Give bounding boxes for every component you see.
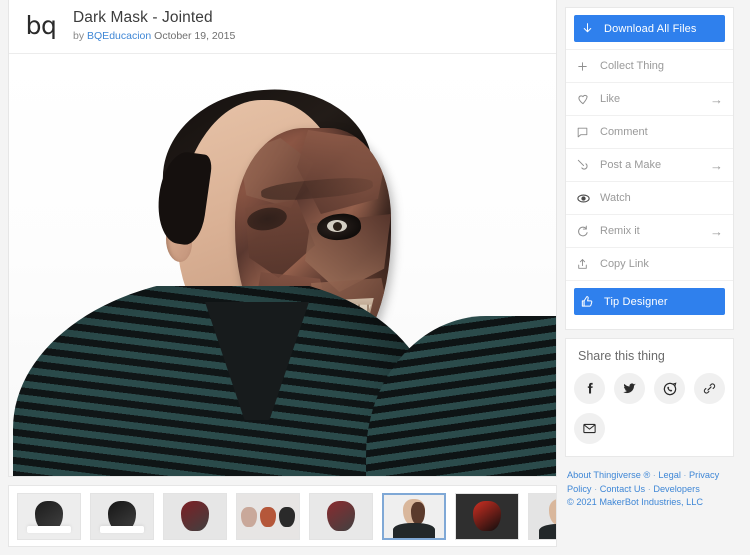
author-link[interactable]: BQEducacion (87, 30, 151, 42)
action-label: Post a Make (600, 159, 662, 171)
thing-header: bq Dark Mask - Jointed by BQEducacion Oc… (9, 0, 556, 54)
thumbs-up-icon (574, 295, 600, 309)
heart-icon (576, 92, 600, 106)
thumbnail-black-mask-angled-on-stand[interactable] (90, 492, 154, 540)
share-title: Share this thing (578, 349, 665, 363)
footer-separator: · (680, 470, 690, 480)
action-arrow: → (710, 223, 723, 239)
thing-main-card: bq Dark Mask - Jointed by BQEducacion Oc… (8, 0, 557, 477)
share-card: Share this thing (565, 338, 734, 457)
publish-date: October 19, 2015 (154, 30, 236, 42)
tip-designer-wrap: Tip Designer (566, 280, 733, 329)
action-label: Copy Link (600, 258, 649, 270)
footer: About Thingiverse ® · Legal · Privacy Po… (565, 465, 742, 510)
page-title: Dark Mask - Jointed (73, 9, 213, 26)
action-label: Collect Thing (600, 60, 664, 72)
thingiverse-thing-page: bq Dark Mask - Jointed by BQEducacion Oc… (0, 0, 750, 555)
footer-link-contact-us[interactable]: Contact Us (600, 484, 645, 494)
whatsapp-icon[interactable] (654, 373, 685, 404)
thumbnail-person-wearing-mask-2[interactable] (528, 492, 556, 540)
share-upload-icon (576, 258, 600, 271)
download-all-files-label: Download All Files (604, 22, 697, 35)
download-all-files-button[interactable]: Download All Files (574, 15, 725, 42)
action-comment[interactable]: Comment (566, 115, 733, 148)
twitter-icon[interactable] (614, 373, 645, 404)
thing-title-block: Dark Mask - Jointed by BQEducacion Octob… (73, 8, 235, 43)
action-like[interactable]: Like → (566, 82, 733, 115)
action-label: Watch (600, 192, 631, 204)
thumbnail-red-mask-angled[interactable] (309, 492, 373, 540)
tip-designer-label: Tip Designer (604, 295, 668, 308)
thumbnail-black-mask-front-on-stand[interactable] (17, 492, 81, 540)
photo-sweater (9, 286, 556, 476)
main-image-viewer[interactable] (9, 54, 556, 476)
remix-refresh-icon (576, 225, 600, 238)
left-column: bq Dark Mask - Jointed by BQEducacion Oc… (0, 0, 565, 555)
thumbnail-strip[interactable] (8, 485, 557, 547)
action-copy-link[interactable]: Copy Link (566, 247, 733, 280)
right-sidebar: Download All Files Collect Thing Like → … (565, 0, 750, 555)
download-arrow-icon (574, 22, 600, 35)
share-icon-grid (566, 373, 733, 444)
thumbnail-three-masks-group[interactable] (236, 492, 300, 540)
tip-designer-button[interactable]: Tip Designer (574, 288, 725, 315)
comment-icon (576, 126, 600, 139)
action-label: Comment (600, 126, 648, 138)
action-arrow: → (710, 157, 723, 173)
eye-icon (576, 191, 600, 206)
action-post-a-make[interactable]: Post a Make → (566, 148, 733, 181)
copyright-text: © 2021 MakerBot Industries, LLC (567, 497, 703, 507)
footer-separator: · (591, 483, 600, 494)
actions-card: Download All Files Collect Thing Like → … (565, 7, 734, 330)
thing-byline: by BQEducacion October 19, 2015 (73, 30, 235, 43)
facebook-icon[interactable] (574, 373, 605, 404)
main-image (9, 54, 556, 476)
thumbnail-red-mask-single[interactable] (163, 492, 227, 540)
footer-link-legal[interactable]: Legal (658, 470, 680, 480)
action-label: Like (600, 93, 621, 105)
email-icon[interactable] (574, 413, 605, 444)
footer-link-about-thingiverse[interactable]: About Thingiverse ® (567, 470, 650, 480)
bq-brand-logo: bq (25, 11, 57, 40)
plus-icon (576, 60, 600, 73)
action-arrow: → (710, 91, 723, 107)
footer-links: About Thingiverse ® · Legal · Privacy Po… (567, 470, 719, 494)
byline-by-label: by (73, 30, 85, 42)
camera-flash-icon (576, 158, 600, 172)
action-remix-it[interactable]: Remix it → (566, 214, 733, 247)
footer-link-developers[interactable]: Developers (653, 484, 699, 494)
thumbnail-person-wearing-mask[interactable] (382, 492, 446, 540)
action-collect-thing[interactable]: Collect Thing (566, 49, 733, 82)
link-icon[interactable] (694, 373, 725, 404)
thumbnail-red-mask-dark-background[interactable] (455, 492, 519, 540)
action-label: Remix it (600, 225, 640, 237)
action-watch[interactable]: Watch (566, 181, 733, 214)
